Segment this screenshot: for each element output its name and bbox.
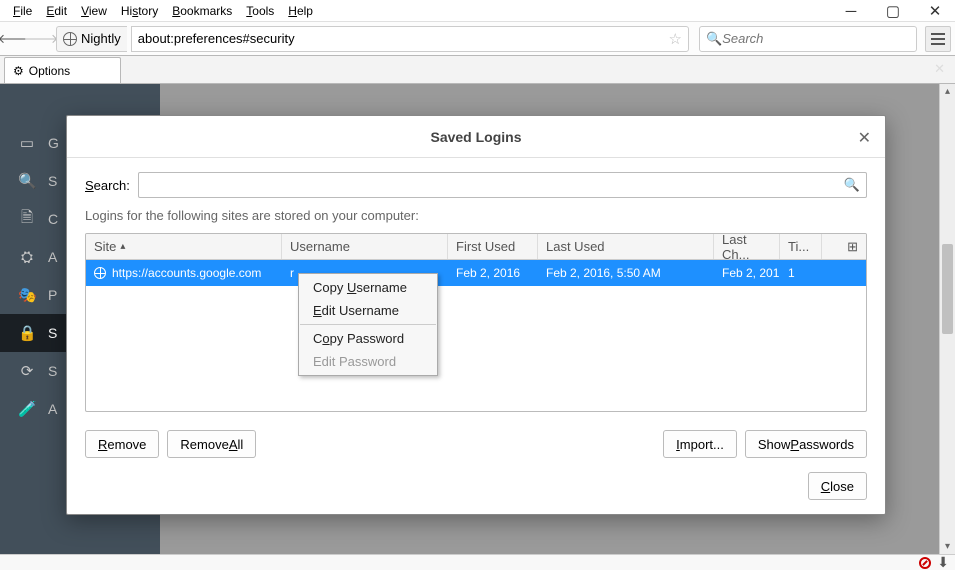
download-icon[interactable]: ⬇ [937, 554, 949, 571]
cell-times-used: 1 [780, 266, 822, 280]
noscript-icon[interactable] [919, 557, 931, 569]
remove-button[interactable]: Remove [85, 430, 159, 458]
ctx-edit-password: Edit Password [299, 350, 437, 373]
identity-box[interactable]: Nightly [56, 26, 127, 52]
close-button[interactable]: Close [808, 472, 867, 500]
menubar: File Edit View History Bookmarks Tools H… [0, 0, 955, 22]
col-first-used[interactable]: First Used [448, 234, 538, 259]
applications-icon: ⛭ [18, 249, 36, 266]
search-icon: 🔍 [706, 31, 722, 47]
advanced-icon: 🧪 [18, 400, 36, 418]
dialog-header: Saved Logins ✕ [67, 116, 885, 158]
cell-first-used: Feb 2, 2016 [448, 266, 538, 280]
ctx-edit-username[interactable]: Edit Username [299, 299, 437, 322]
navbar: 🡐 🡒 Nightly ☆ 🔍 [0, 22, 955, 56]
scrollbar[interactable]: ▴ ▾ [939, 84, 955, 554]
status-bar: ⬇ [0, 554, 955, 570]
tab-label: Options [29, 64, 70, 78]
content-icon: 🗎 [18, 207, 36, 232]
bookmark-star-icon[interactable]: ☆ [669, 30, 682, 48]
url-bar[interactable]: ☆ [131, 26, 689, 52]
menu-tools[interactable]: Tools [239, 2, 281, 20]
login-search-input[interactable] [145, 178, 844, 193]
sync-icon: ⟳ [18, 362, 36, 380]
scroll-thumb[interactable] [942, 244, 953, 334]
globe-icon [94, 267, 106, 279]
menu-bookmarks[interactable]: Bookmarks [165, 2, 239, 20]
col-times-used[interactable]: Ti... [780, 234, 822, 259]
ctx-copy-password[interactable]: Copy Password [299, 327, 437, 350]
general-icon: ▭ [18, 134, 36, 152]
dialog-footer: Remove Remove All Import... Show Passwor… [67, 422, 885, 472]
privacy-icon: 🎭 [18, 286, 36, 304]
url-input[interactable] [138, 31, 669, 46]
col-username[interactable]: Username [282, 234, 448, 259]
minimize-button[interactable]: ─ [839, 2, 863, 20]
show-passwords-button[interactable]: Show Passwords [745, 430, 867, 458]
scroll-up-icon[interactable]: ▴ [940, 86, 955, 97]
login-search-field[interactable]: 🔍 [138, 172, 867, 198]
menu-help[interactable]: Help [281, 2, 320, 20]
tab-strip: ⚙ Options ✕ [0, 56, 955, 84]
globe-icon [63, 32, 77, 46]
gear-icon: ⚙ [13, 64, 24, 78]
search-input[interactable] [722, 31, 910, 46]
tab-close-icon[interactable]: ✕ [934, 61, 945, 77]
dialog-subtitle: Logins for the following sites are store… [85, 208, 867, 223]
col-site[interactable]: Site▴ [86, 234, 282, 259]
forward-button: 🡒 [30, 28, 52, 50]
col-last-used[interactable]: Last Used [538, 234, 714, 259]
scroll-down-icon[interactable]: ▾ [940, 541, 955, 552]
remove-all-button[interactable]: Remove All [167, 430, 256, 458]
identity-label: Nightly [81, 31, 121, 46]
search-icon[interactable]: 🔍 [844, 177, 860, 193]
menu-file[interactable]: File [6, 2, 39, 20]
dialog-close-icon[interactable]: ✕ [858, 128, 871, 148]
table-header: Site▴ Username First Used Last Used Last… [86, 234, 866, 260]
saved-logins-dialog: Saved Logins ✕ Search: 🔍 Logins for the … [66, 115, 886, 515]
search-label: Search: [85, 178, 130, 193]
ctx-copy-username[interactable]: Copy Username [299, 276, 437, 299]
cell-last-used: Feb 2, 2016, 5:50 AM [538, 266, 714, 280]
col-last-changed[interactable]: Last Ch... [714, 234, 780, 259]
tab-options[interactable]: ⚙ Options [4, 57, 121, 83]
search-pref-icon: 🔍 [18, 172, 36, 190]
cell-last-changed: Feb 2, 2016 [714, 266, 780, 280]
sort-asc-icon: ▴ [120, 241, 125, 252]
import-button[interactable]: Import... [663, 430, 737, 458]
menu-button[interactable] [925, 26, 951, 52]
dialog-title: Saved Logins [430, 129, 521, 145]
ctx-separator [300, 324, 436, 325]
menu-view[interactable]: View [74, 2, 114, 20]
close-window-button[interactable]: ✕ [923, 2, 947, 20]
maximize-button[interactable]: ▢ [881, 2, 905, 20]
col-picker[interactable]: ⊞ [822, 234, 866, 259]
cell-site: https://accounts.google.com [112, 266, 261, 280]
menu-edit[interactable]: Edit [39, 2, 74, 20]
logins-table: Site▴ Username First Used Last Used Last… [85, 233, 867, 412]
context-menu: Copy Username Edit Username Copy Passwor… [298, 273, 438, 376]
window-controls: ─ ▢ ✕ [839, 2, 947, 20]
table-row[interactable]: https://accounts.google.com r Feb 2, 201… [86, 260, 866, 286]
lock-icon: 🔒 [18, 324, 36, 342]
menu-history[interactable]: History [114, 2, 165, 20]
search-bar[interactable]: 🔍 [699, 26, 917, 52]
